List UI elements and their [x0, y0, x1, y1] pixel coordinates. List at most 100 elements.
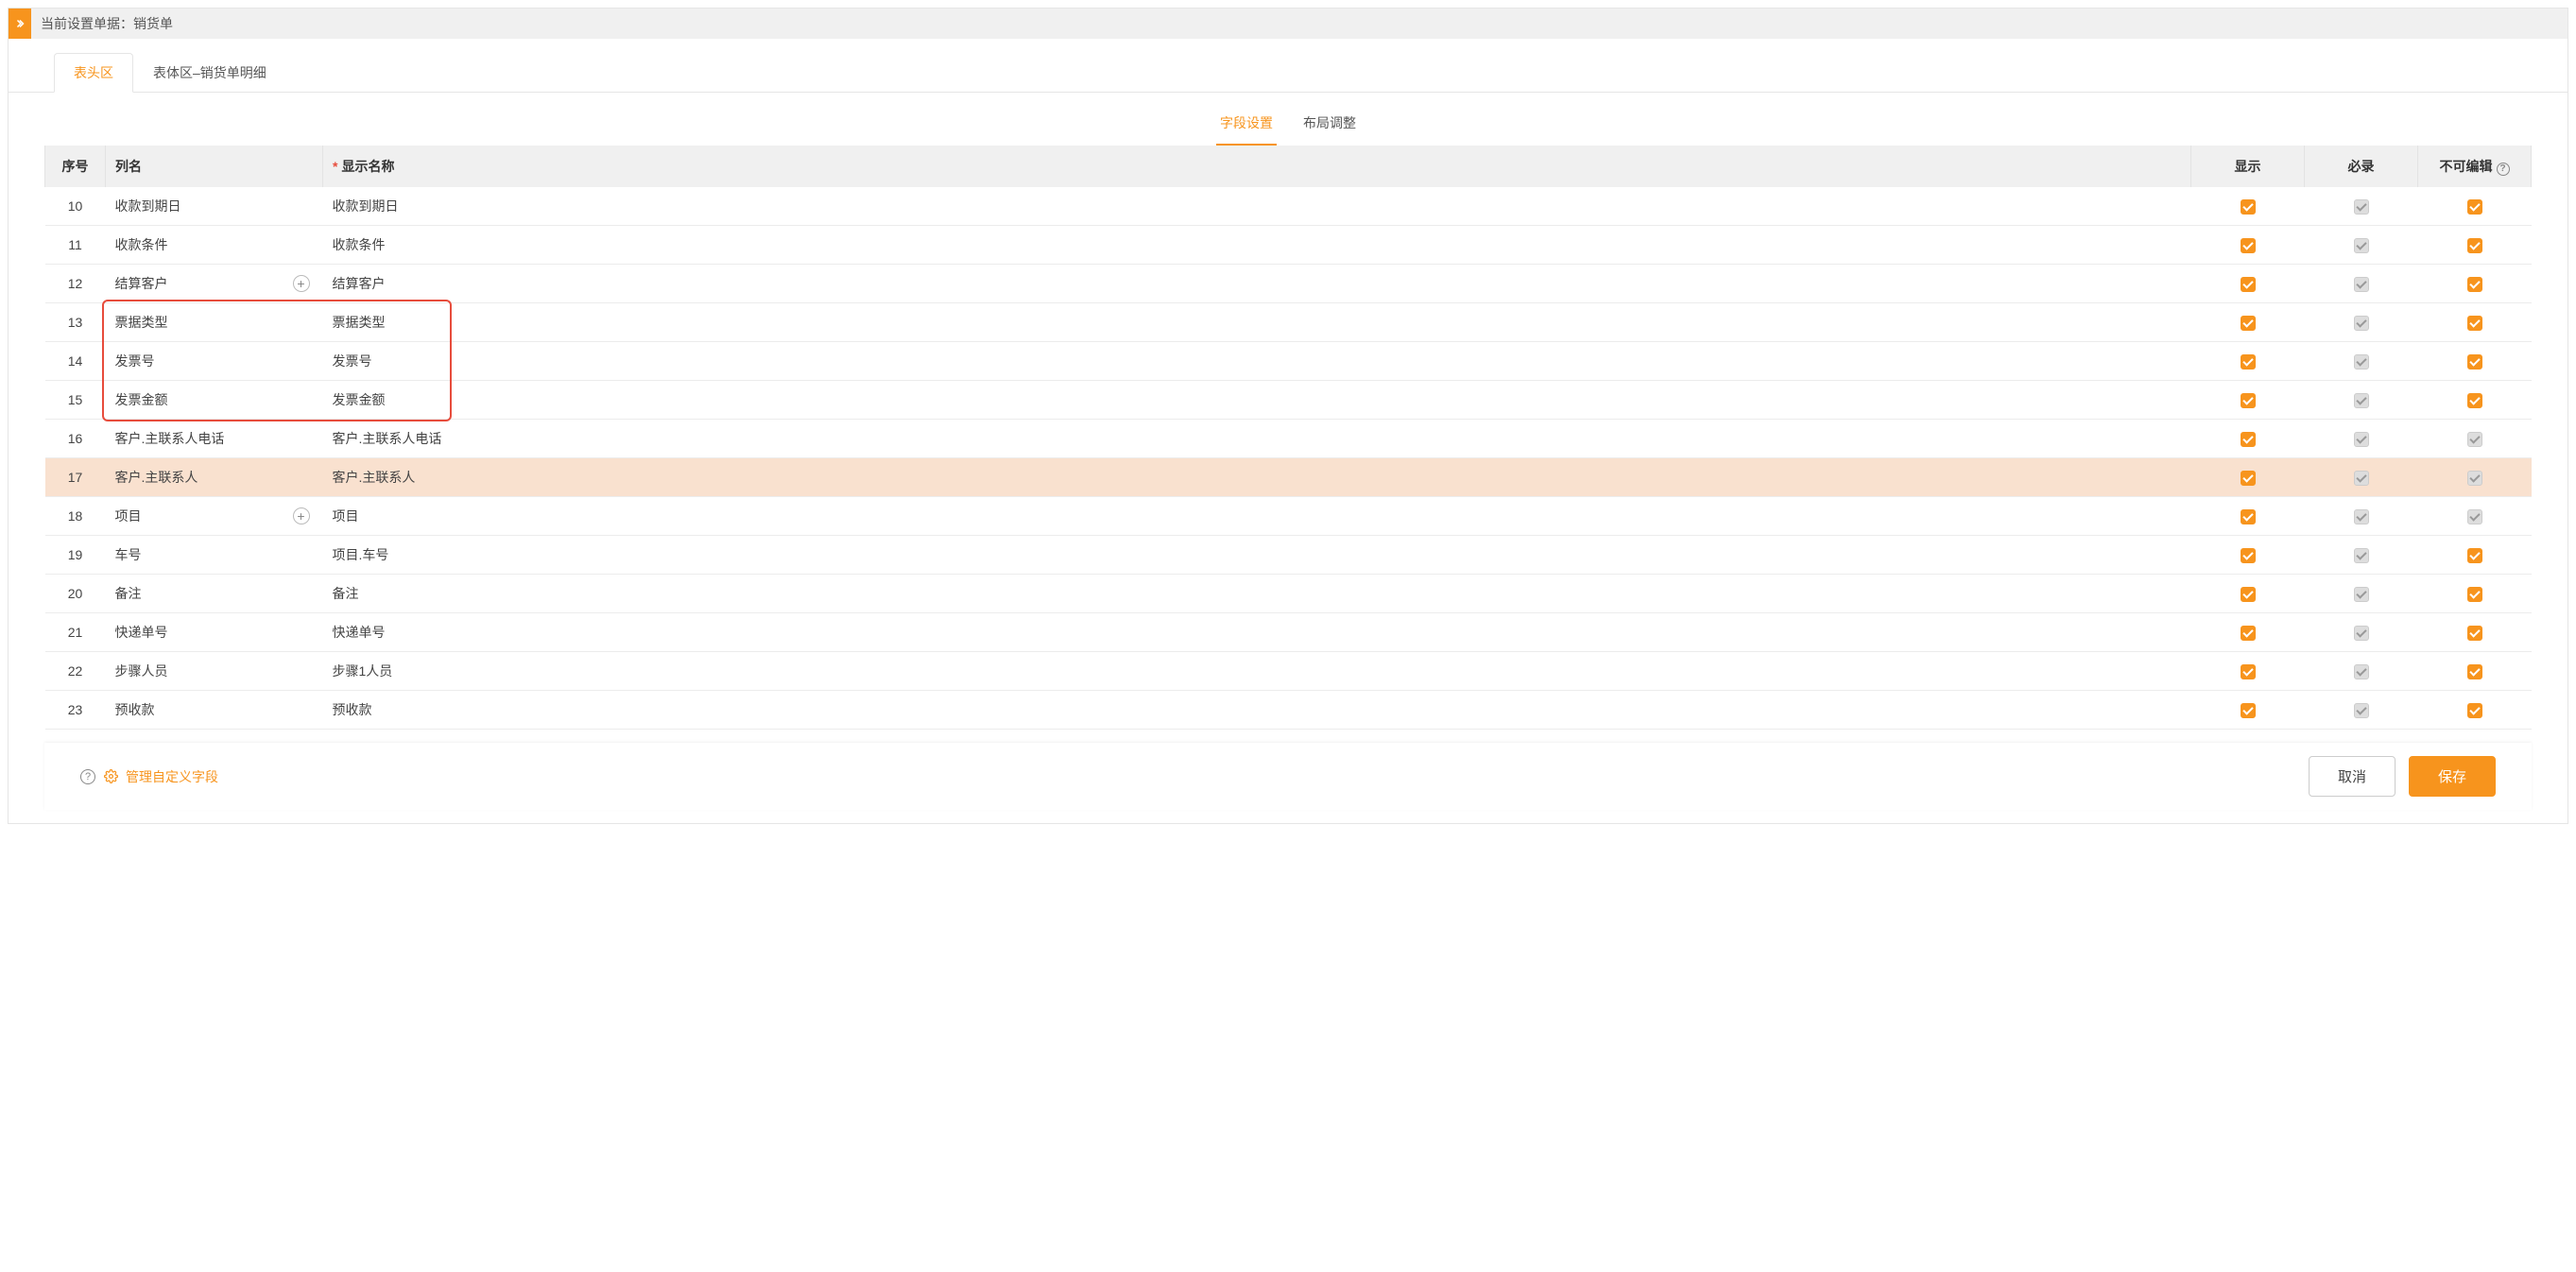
row-name: 客户.主联系人	[106, 458, 323, 497]
question-icon[interactable]: ?	[80, 769, 95, 784]
row-display-name[interactable]: 预收款	[323, 691, 2191, 730]
noedit-checkbox[interactable]	[2467, 587, 2482, 602]
show-checkbox[interactable]	[2241, 471, 2256, 486]
row-name: 票据类型	[106, 303, 323, 342]
tab-header-area[interactable]: 表头区	[54, 53, 133, 93]
row-display-name[interactable]: 收款条件	[323, 226, 2191, 265]
noedit-checkbox[interactable]	[2467, 393, 2482, 408]
noedit-checkbox[interactable]	[2467, 354, 2482, 370]
row-seq: 14	[45, 342, 106, 381]
row-display-name[interactable]: 客户.主联系人电话	[323, 420, 2191, 458]
row-name: 发票号	[106, 342, 323, 381]
required-checkbox	[2354, 277, 2369, 292]
row-display-name[interactable]: 客户.主联系人	[323, 458, 2191, 497]
row-name: 客户.主联系人电话	[106, 420, 323, 458]
row-name: 步骤人员	[106, 652, 323, 691]
noedit-checkbox	[2467, 471, 2482, 486]
show-checkbox[interactable]	[2241, 277, 2256, 292]
table-row: 21快递单号快递单号	[45, 613, 2532, 652]
row-display-name[interactable]: 票据类型	[323, 303, 2191, 342]
row-display-name[interactable]: 发票号	[323, 342, 2191, 381]
row-name: 发票金额	[106, 381, 323, 420]
noedit-checkbox[interactable]	[2467, 703, 2482, 718]
row-display-name[interactable]: 收款到期日	[323, 187, 2191, 226]
header-title: 当前设置单据：销货单	[31, 14, 173, 33]
show-checkbox[interactable]	[2241, 199, 2256, 215]
noedit-checkbox[interactable]	[2467, 548, 2482, 563]
row-display-name[interactable]: 备注	[323, 575, 2191, 613]
row-seq: 21	[45, 613, 106, 652]
table-row: 20备注备注	[45, 575, 2532, 613]
col-header-display: *显示名称	[323, 146, 2191, 187]
required-star-icon: *	[333, 159, 337, 174]
footer-left: ? 管理自定义字段	[80, 767, 218, 786]
required-checkbox	[2354, 316, 2369, 331]
required-checkbox	[2354, 199, 2369, 215]
show-checkbox[interactable]	[2241, 548, 2256, 563]
table-row: 22步骤人员步骤1人员	[45, 652, 2532, 691]
sub-tabs: 字段设置 布局调整	[9, 93, 2567, 146]
row-display-name[interactable]: 项目	[323, 497, 2191, 536]
show-checkbox[interactable]	[2241, 587, 2256, 602]
row-display-name[interactable]: 步骤1人员	[323, 652, 2191, 691]
gear-icon	[103, 769, 118, 784]
tab-body-area[interactable]: 表体区–销货单明细	[133, 53, 286, 93]
row-seq: 10	[45, 187, 106, 226]
add-icon[interactable]: +	[293, 275, 310, 292]
noedit-checkbox[interactable]	[2467, 664, 2482, 679]
row-seq: 13	[45, 303, 106, 342]
row-name: 收款到期日	[106, 187, 323, 226]
row-display-name[interactable]: 发票金额	[323, 381, 2191, 420]
noedit-checkbox[interactable]	[2467, 277, 2482, 292]
show-checkbox[interactable]	[2241, 354, 2256, 370]
required-checkbox	[2354, 509, 2369, 524]
add-icon[interactable]: +	[293, 507, 310, 524]
required-checkbox	[2354, 587, 2369, 602]
row-display-name[interactable]: 项目.车号	[323, 536, 2191, 575]
table-row: 11收款条件收款条件	[45, 226, 2532, 265]
row-seq: 22	[45, 652, 106, 691]
row-name: 备注	[106, 575, 323, 613]
row-display-name[interactable]: 快递单号	[323, 613, 2191, 652]
required-checkbox	[2354, 238, 2369, 253]
show-checkbox[interactable]	[2241, 509, 2256, 524]
expand-toggle[interactable]	[9, 9, 31, 39]
required-checkbox	[2354, 393, 2369, 408]
table-row: 18项目+项目	[45, 497, 2532, 536]
noedit-checkbox[interactable]	[2467, 626, 2482, 641]
table-row: 12结算客户+结算客户	[45, 265, 2532, 303]
cancel-button[interactable]: 取消	[2309, 756, 2396, 797]
show-checkbox[interactable]	[2241, 703, 2256, 718]
help-icon[interactable]: ?	[2497, 163, 2510, 176]
required-checkbox	[2354, 471, 2369, 486]
row-display-name[interactable]: 结算客户	[323, 265, 2191, 303]
row-seq: 12	[45, 265, 106, 303]
show-checkbox[interactable]	[2241, 238, 2256, 253]
row-name: 项目+	[106, 497, 323, 536]
noedit-checkbox[interactable]	[2467, 316, 2482, 331]
required-checkbox	[2354, 354, 2369, 370]
save-button[interactable]: 保存	[2409, 756, 2496, 797]
table-row: 13票据类型票据类型	[45, 303, 2532, 342]
sub-tab-layout-adjust[interactable]: 布局调整	[1299, 108, 1360, 146]
show-checkbox[interactable]	[2241, 626, 2256, 641]
row-name: 车号	[106, 536, 323, 575]
noedit-checkbox[interactable]	[2467, 199, 2482, 215]
col-header-seq: 序号	[45, 146, 106, 187]
show-checkbox[interactable]	[2241, 393, 2256, 408]
show-checkbox[interactable]	[2241, 316, 2256, 331]
row-name: 快递单号	[106, 613, 323, 652]
noedit-checkbox	[2467, 509, 2482, 524]
table-row: 19车号项目.车号	[45, 536, 2532, 575]
footer-bar: ? 管理自定义字段 取消 保存	[44, 743, 2532, 810]
sub-tab-field-settings[interactable]: 字段设置	[1216, 108, 1277, 146]
required-checkbox	[2354, 432, 2369, 447]
row-name: 预收款	[106, 691, 323, 730]
col-header-show: 显示	[2191, 146, 2305, 187]
row-name: 收款条件	[106, 226, 323, 265]
manage-custom-fields-link[interactable]: 管理自定义字段	[126, 767, 218, 786]
show-checkbox[interactable]	[2241, 432, 2256, 447]
noedit-checkbox[interactable]	[2467, 238, 2482, 253]
required-checkbox	[2354, 664, 2369, 679]
show-checkbox[interactable]	[2241, 664, 2256, 679]
